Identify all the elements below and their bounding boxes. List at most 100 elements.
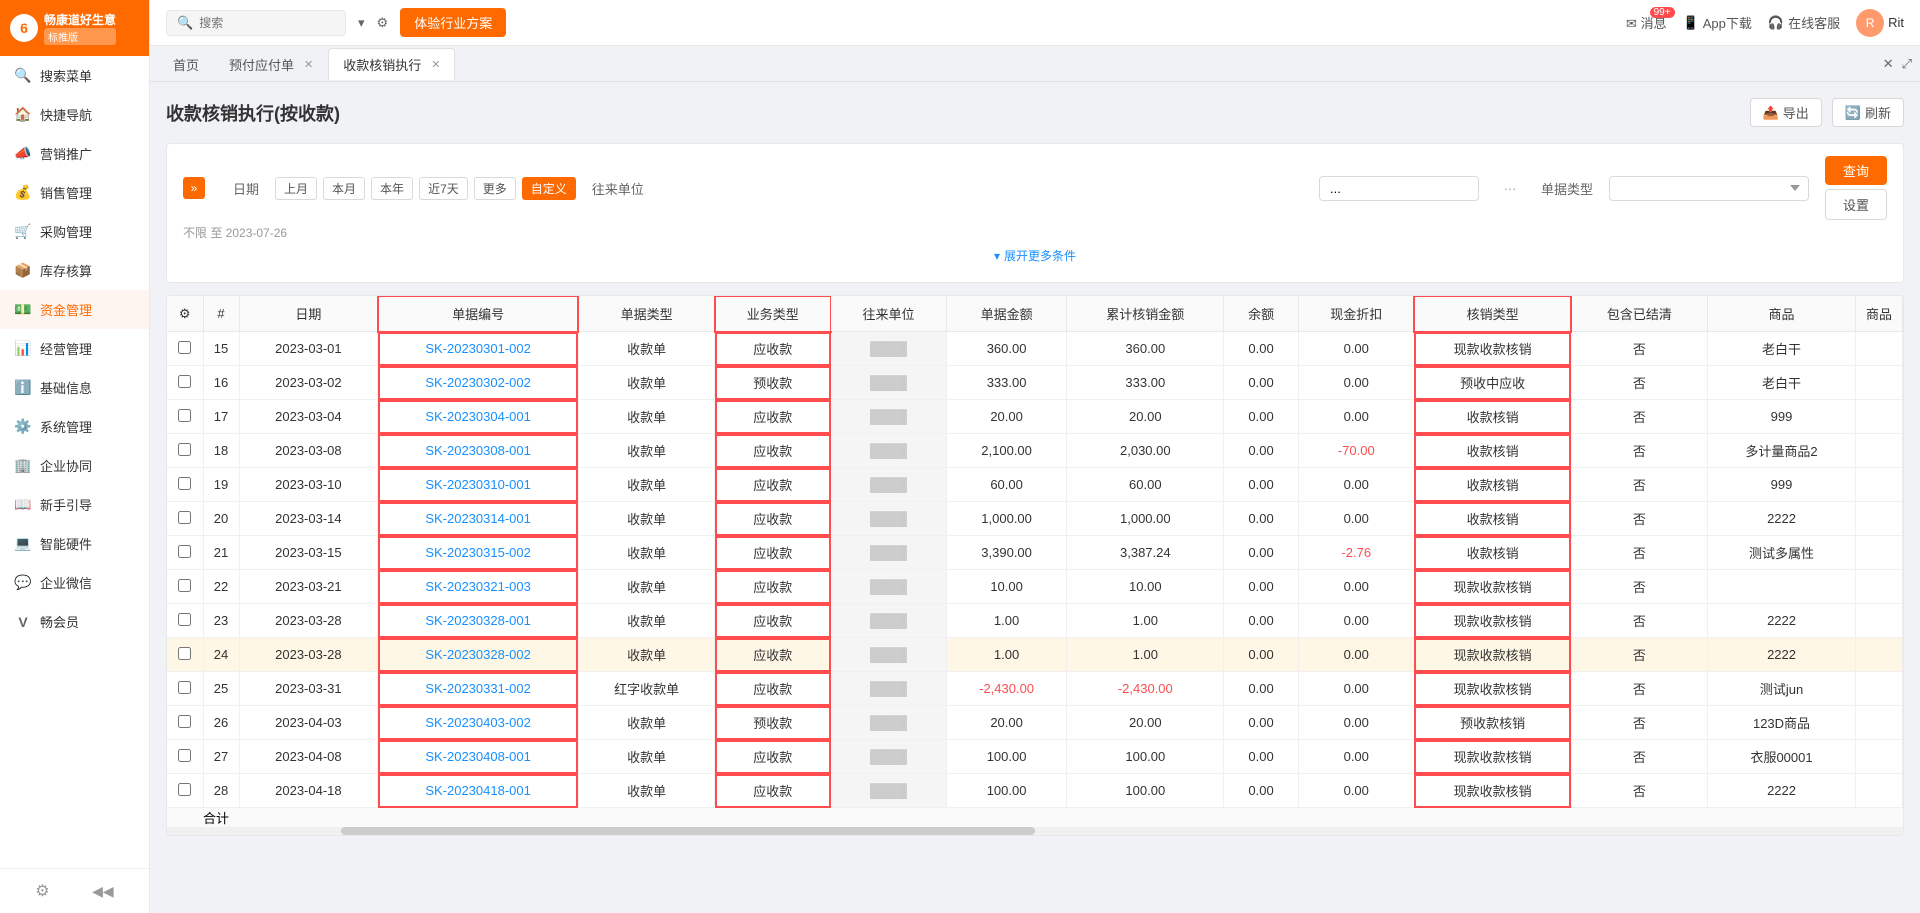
partner-input[interactable]	[1319, 176, 1479, 201]
sidebar-item-wechat[interactable]: 💬 企业微信	[0, 563, 149, 602]
doc-no-link[interactable]: SK-20230321-003	[425, 579, 531, 594]
sidebar-item-guide[interactable]: 📖 新手引导	[0, 485, 149, 524]
row-doc-no[interactable]: SK-20230408-001	[378, 740, 579, 774]
col-doc-no[interactable]: 单据编号	[378, 296, 579, 332]
col-verified[interactable]: 累计核销金额	[1067, 296, 1224, 332]
col-include-settled[interactable]: 包含已结清	[1571, 296, 1707, 332]
col-date[interactable]: 日期	[239, 296, 378, 332]
refresh-btn[interactable]: 🔄 刷新	[1832, 98, 1904, 127]
col-doc-type[interactable]: 单据类型	[578, 296, 714, 332]
tab-home[interactable]: 首页	[158, 48, 214, 80]
row-doc-no[interactable]: SK-20230328-002	[378, 638, 579, 672]
user-area[interactable]: R Rit	[1856, 9, 1904, 37]
tab-prepay[interactable]: 预付应付单 ✕	[214, 48, 328, 80]
sidebar-item-quicknav[interactable]: 🏠 快捷导航	[0, 95, 149, 134]
filter-toggle-btn[interactable]: »	[183, 177, 205, 199]
online-service-btn[interactable]: 🎧 在线客服	[1768, 13, 1840, 32]
sidebar-item-member[interactable]: V 畅会员	[0, 602, 149, 641]
date-btn-more[interactable]: 更多	[474, 177, 516, 200]
messages-btn[interactable]: ✉ 消息 99+	[1626, 13, 1667, 32]
row-doc-no[interactable]: SK-20230403-002	[378, 706, 579, 740]
row-checkbox[interactable]	[167, 400, 203, 434]
topbar-search-input[interactable]	[199, 16, 335, 30]
doc-no-link[interactable]: SK-20230301-002	[425, 341, 531, 356]
col-discount[interactable]: 现金折扣	[1298, 296, 1414, 332]
tab-collection[interactable]: 收款核销执行 ✕	[328, 48, 455, 80]
date-btn-this-year[interactable]: 本年	[371, 177, 413, 200]
brand-btn[interactable]: 体验行业方案	[400, 8, 506, 37]
tab-expand-icon[interactable]: ⤢	[1902, 56, 1912, 72]
doc-no-link[interactable]: SK-20230328-002	[425, 647, 531, 662]
horizontal-scrollbar[interactable]	[167, 827, 1903, 835]
settings-icon[interactable]: ⚙	[179, 306, 191, 321]
sidebar-item-hardware[interactable]: 💻 智能硬件	[0, 524, 149, 563]
sidebar-item-finance[interactable]: 💵 资金管理	[0, 290, 149, 329]
sidebar-item-purchase[interactable]: 🛒 采购管理	[0, 212, 149, 251]
date-btn-this-month[interactable]: 本月	[323, 177, 365, 200]
row-doc-no[interactable]: SK-20230314-001	[378, 502, 579, 536]
doc-no-link[interactable]: SK-20230308-001	[425, 443, 531, 458]
sidebar-item-inventory[interactable]: 📦 库存核算	[0, 251, 149, 290]
collapse-icon[interactable]: ◀◀	[92, 883, 114, 900]
row-checkbox[interactable]	[167, 672, 203, 706]
doc-no-link[interactable]: SK-20230418-001	[425, 783, 531, 798]
row-checkbox[interactable]	[167, 740, 203, 774]
chevron-icon[interactable]: ▾	[358, 15, 365, 31]
row-doc-no[interactable]: SK-20230308-001	[378, 434, 579, 468]
row-doc-no[interactable]: SK-20230315-002	[378, 536, 579, 570]
topbar-search-box[interactable]: 🔍	[166, 10, 346, 36]
doc-no-link[interactable]: SK-20230328-001	[425, 613, 531, 628]
doc-no-link[interactable]: SK-20230331-002	[425, 681, 531, 696]
row-checkbox[interactable]	[167, 434, 203, 468]
row-doc-no[interactable]: SK-20230328-001	[378, 604, 579, 638]
row-checkbox[interactable]	[167, 774, 203, 808]
row-checkbox[interactable]	[167, 604, 203, 638]
tab-collection-close[interactable]: ✕	[431, 58, 440, 71]
col-biz-type[interactable]: 业务类型	[715, 296, 831, 332]
sidebar-item-sales[interactable]: 💰 销售管理	[0, 173, 149, 212]
col-amount[interactable]: 单据金额	[946, 296, 1066, 332]
doc-no-link[interactable]: SK-20230403-002	[425, 715, 531, 730]
doc-type-select[interactable]	[1609, 176, 1809, 201]
row-checkbox[interactable]	[167, 502, 203, 536]
scrollbar-thumb[interactable]	[341, 827, 1035, 835]
sidebar-item-basic[interactable]: ℹ️ 基础信息	[0, 368, 149, 407]
date-btn-custom[interactable]: 自定义	[522, 177, 576, 200]
doc-no-link[interactable]: SK-20230302-002	[425, 375, 531, 390]
row-doc-no[interactable]: SK-20230310-001	[378, 468, 579, 502]
query-btn[interactable]: 查询	[1825, 156, 1887, 185]
row-doc-no[interactable]: SK-20230321-003	[378, 570, 579, 604]
doc-no-link[interactable]: SK-20230315-002	[425, 545, 531, 560]
row-checkbox[interactable]	[167, 468, 203, 502]
tab-close-icon[interactable]: ✕	[1883, 56, 1894, 72]
doc-no-link[interactable]: SK-20230314-001	[425, 511, 531, 526]
row-doc-no[interactable]: SK-20230301-002	[378, 332, 579, 366]
row-checkbox[interactable]	[167, 536, 203, 570]
doc-no-link[interactable]: SK-20230304-001	[425, 409, 531, 424]
row-checkbox[interactable]	[167, 332, 203, 366]
row-checkbox[interactable]	[167, 638, 203, 672]
export-btn[interactable]: 📤 导出	[1750, 98, 1822, 127]
doc-no-link[interactable]: SK-20230310-001	[425, 477, 531, 492]
row-doc-no[interactable]: SK-20230302-002	[378, 366, 579, 400]
row-doc-no[interactable]: SK-20230418-001	[378, 774, 579, 808]
row-checkbox[interactable]	[167, 706, 203, 740]
col-partner[interactable]: 往来单位	[831, 296, 947, 332]
doc-no-link[interactable]: SK-20230408-001	[425, 749, 531, 764]
gear-icon[interactable]: ⚙	[377, 15, 389, 31]
row-doc-no[interactable]: SK-20230331-002	[378, 672, 579, 706]
row-checkbox[interactable]	[167, 570, 203, 604]
col-balance[interactable]: 余额	[1224, 296, 1299, 332]
tab-prepay-close[interactable]: ✕	[304, 58, 313, 71]
settings-bottom-icon[interactable]: ⚙	[35, 881, 49, 901]
row-doc-no[interactable]: SK-20230304-001	[378, 400, 579, 434]
date-btn-last-month[interactable]: 上月	[275, 177, 317, 200]
col-settings[interactable]: ⚙	[167, 296, 203, 332]
sidebar-item-corp[interactable]: 🏢 企业协同	[0, 446, 149, 485]
col-goods2[interactable]: 商品	[1855, 296, 1902, 332]
sidebar-item-marketing[interactable]: 📣 营销推广	[0, 134, 149, 173]
sidebar-item-system[interactable]: ⚙️ 系统管理	[0, 407, 149, 446]
app-download-btn[interactable]: 📱 App下载	[1683, 13, 1752, 32]
sidebar-item-search[interactable]: 🔍 搜索菜单	[0, 56, 149, 95]
col-goods1[interactable]: 商品	[1708, 296, 1856, 332]
